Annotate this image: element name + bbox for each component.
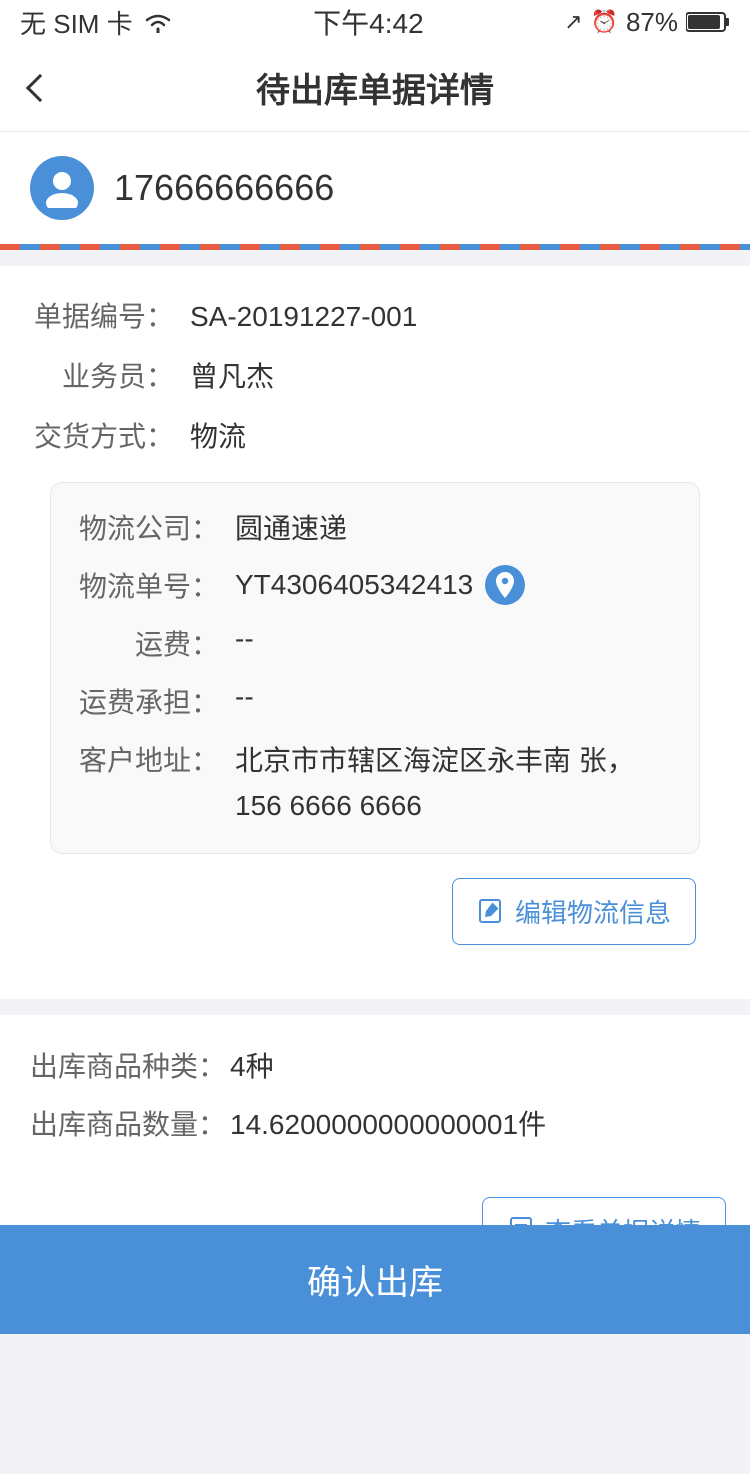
logistics-company-row: 物流公司： 圆通速递 bbox=[75, 507, 675, 547]
confirm-btn-label: 确认出库 bbox=[307, 1264, 443, 1302]
tracking-number-text: YT43064053424​13 bbox=[235, 569, 473, 601]
back-chevron-icon bbox=[26, 73, 54, 101]
logistics-company-value: 圆通速递 bbox=[235, 507, 675, 547]
page-title: 待出库单据详情 bbox=[256, 63, 494, 112]
nav-bar: 待出库单据详情 bbox=[0, 44, 750, 132]
person-icon bbox=[42, 168, 82, 208]
order-no-value: SA-20191227-001 bbox=[190, 296, 720, 338]
logistics-address-row: 客户地址： 北京市市辖区海淀区永丰南 张，156 6666 6666 bbox=[75, 739, 675, 829]
edit-logistics-button[interactable]: 编辑物流信息 bbox=[452, 878, 696, 945]
battery-text: 87% bbox=[626, 7, 678, 38]
status-bar-time: 下午4:42 bbox=[313, 2, 424, 42]
goods-quantity-value: 14.6200000000000001件 bbox=[230, 1103, 546, 1143]
customer-phone: 17666666666 bbox=[114, 167, 334, 209]
status-bar-left: 无 SIM 卡 bbox=[20, 4, 173, 41]
edit-logistics-label: 编辑物流信息 bbox=[515, 893, 671, 930]
wifi-icon bbox=[143, 11, 173, 33]
edit-icon bbox=[477, 897, 505, 925]
logistics-tracking-label: 物流单号： bbox=[75, 565, 235, 605]
order-no-row: 单据编号： SA-20191227-001 bbox=[30, 296, 720, 338]
logistics-card: 物流公司： 圆通速递 物流单号： YT43064053424​13 运费： --… bbox=[50, 482, 700, 854]
section-divider bbox=[0, 999, 750, 1015]
location-icon: ↗ bbox=[564, 9, 582, 35]
sales-rep-label: 业务员： bbox=[30, 356, 190, 398]
delivery-method-value: 物流 bbox=[190, 416, 720, 458]
logistics-freight-label: 运费： bbox=[75, 623, 235, 663]
logistics-address-label: 客户地址： bbox=[75, 739, 235, 779]
back-button[interactable] bbox=[30, 78, 50, 98]
sales-rep-value: 曾凡杰 bbox=[190, 356, 720, 398]
confirm-btn-container[interactable]: 确认出库 bbox=[0, 1225, 750, 1334]
logistics-freight-value: -- bbox=[235, 623, 675, 655]
logistics-freight-row: 运费： -- bbox=[75, 623, 675, 663]
goods-section: 出库商品种类： 4种 出库商品数量： 14.6200000000000001件 bbox=[0, 1015, 750, 1173]
tracking-location-icon[interactable] bbox=[485, 565, 525, 605]
edit-btn-container: 编辑物流信息 bbox=[30, 878, 720, 969]
dashed-separator bbox=[0, 244, 750, 250]
goods-quantity-label: 出库商品数量： bbox=[30, 1103, 230, 1143]
sales-rep-row: 业务员： 曾凡杰 bbox=[30, 356, 720, 398]
goods-quantity-row: 出库商品数量： 14.6200000000000001件 bbox=[30, 1103, 720, 1143]
goods-type-value: 4种 bbox=[230, 1045, 274, 1085]
logistics-tracking-value: YT43064053424​13 bbox=[235, 565, 675, 605]
logistics-tracking-row: 物流单号： YT43064053424​13 bbox=[75, 565, 675, 605]
status-bar: 无 SIM 卡 下午4:42 ↗ ⏰ 87% bbox=[0, 0, 750, 44]
delivery-method-row: 交货方式： 物流 bbox=[30, 416, 720, 458]
battery-icon bbox=[686, 11, 730, 33]
logistics-freight-bearer-row: 运费承担： -- bbox=[75, 681, 675, 721]
goods-type-label: 出库商品种类： bbox=[30, 1045, 230, 1085]
alarm-icon: ⏰ bbox=[591, 9, 618, 35]
order-no-label: 单据编号： bbox=[30, 296, 190, 338]
logistics-address-value: 北京市市辖区海淀区永丰南 张，156 6666 6666 bbox=[235, 739, 675, 829]
customer-section: 17666666666 bbox=[0, 132, 750, 244]
status-bar-right: ↗ ⏰ 87% bbox=[564, 7, 730, 38]
order-info-section: 单据编号： SA-20191227-001 业务员： 曾凡杰 交货方式： 物流 … bbox=[0, 266, 750, 999]
logistics-freight-bearer-value: -- bbox=[235, 681, 675, 713]
goods-type-row: 出库商品种类： 4种 bbox=[30, 1045, 720, 1085]
delivery-method-label: 交货方式： bbox=[30, 416, 190, 458]
avatar bbox=[30, 156, 94, 220]
logistics-freight-bearer-label: 运费承担： bbox=[75, 681, 235, 721]
logistics-company-label: 物流公司： bbox=[75, 507, 235, 547]
carrier-text: 无 SIM 卡 bbox=[20, 4, 133, 41]
